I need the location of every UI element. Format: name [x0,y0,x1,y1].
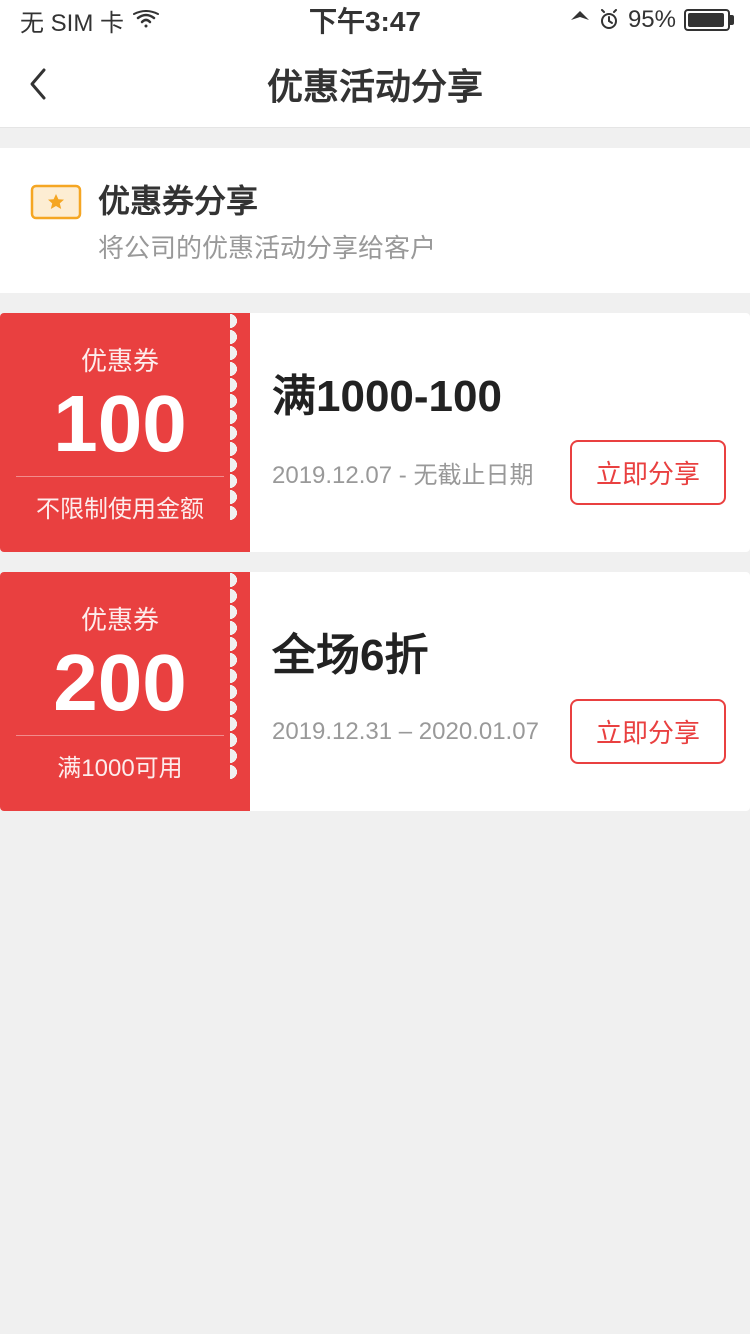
status-time: 下午3:47 [309,0,421,40]
coupon-name-2: 全场6折 [272,619,726,683]
coupon-bottom-1: 2019.12.07 - 无截止日期 立即分享 [272,440,726,505]
no-sim-text: 无 SIM 卡 [20,3,124,38]
alarm-icon [598,9,620,31]
coupon-condition-1: 不限制使用金额 [36,489,204,524]
coupon-divider-1 [16,476,224,477]
coupon-divider-2 [16,735,224,736]
coupon-icon [30,176,82,228]
status-right: 95% [570,6,730,34]
section-text: 优惠券分享 将公司的优惠活动分享给客户 [98,176,436,265]
coupon-amount-1: 100 [53,384,186,464]
location-icon [570,10,590,30]
coupon-list: 优惠券 100 不限制使用金额 满1000-100 2019.12.07 - 无… [0,313,750,831]
share-button-2[interactable]: 立即分享 [570,699,726,764]
coupon-amount-2: 200 [53,643,186,723]
coupon-right-1: 满1000-100 2019.12.07 - 无截止日期 立即分享 [240,313,750,552]
back-button[interactable] [24,62,52,106]
coupon-label-1: 优惠券 [81,341,159,378]
section-subtitle: 将公司的优惠活动分享给客户 [98,228,436,265]
battery-icon [684,9,730,31]
coupon-condition-2: 满1000可用 [57,748,182,783]
coupon-bottom-2: 2019.12.31 – 2020.01.07 立即分享 [272,699,726,764]
nav-bar: 优惠活动分享 [0,40,750,128]
coupon-card-1: 优惠券 100 不限制使用金额 满1000-100 2019.12.07 - 无… [0,313,750,552]
coupon-left-2: 优惠券 200 满1000可用 [0,572,240,811]
coupon-date-1: 2019.12.07 - 无截止日期 [272,455,533,490]
coupon-label-2: 优惠券 [81,600,159,637]
battery-percent: 95% [628,6,676,34]
coupon-card-2: 优惠券 200 满1000可用 全场6折 2019.12.31 – 2020.0… [0,572,750,811]
wifi-icon [132,10,160,30]
coupon-name-1: 满1000-100 [272,360,726,424]
coupon-left-1: 优惠券 100 不限制使用金额 [0,313,240,552]
status-left: 无 SIM 卡 [20,3,160,38]
page-title: 优惠活动分享 [267,58,483,110]
coupon-right-2: 全场6折 2019.12.31 – 2020.01.07 立即分享 [240,572,750,811]
coupon-date-2: 2019.12.31 – 2020.01.07 [272,718,539,746]
share-button-1[interactable]: 立即分享 [570,440,726,505]
section-title: 优惠券分享 [98,176,436,222]
status-bar: 无 SIM 卡 下午3:47 95% [0,0,750,40]
section-header: 优惠券分享 将公司的优惠活动分享给客户 [0,148,750,293]
